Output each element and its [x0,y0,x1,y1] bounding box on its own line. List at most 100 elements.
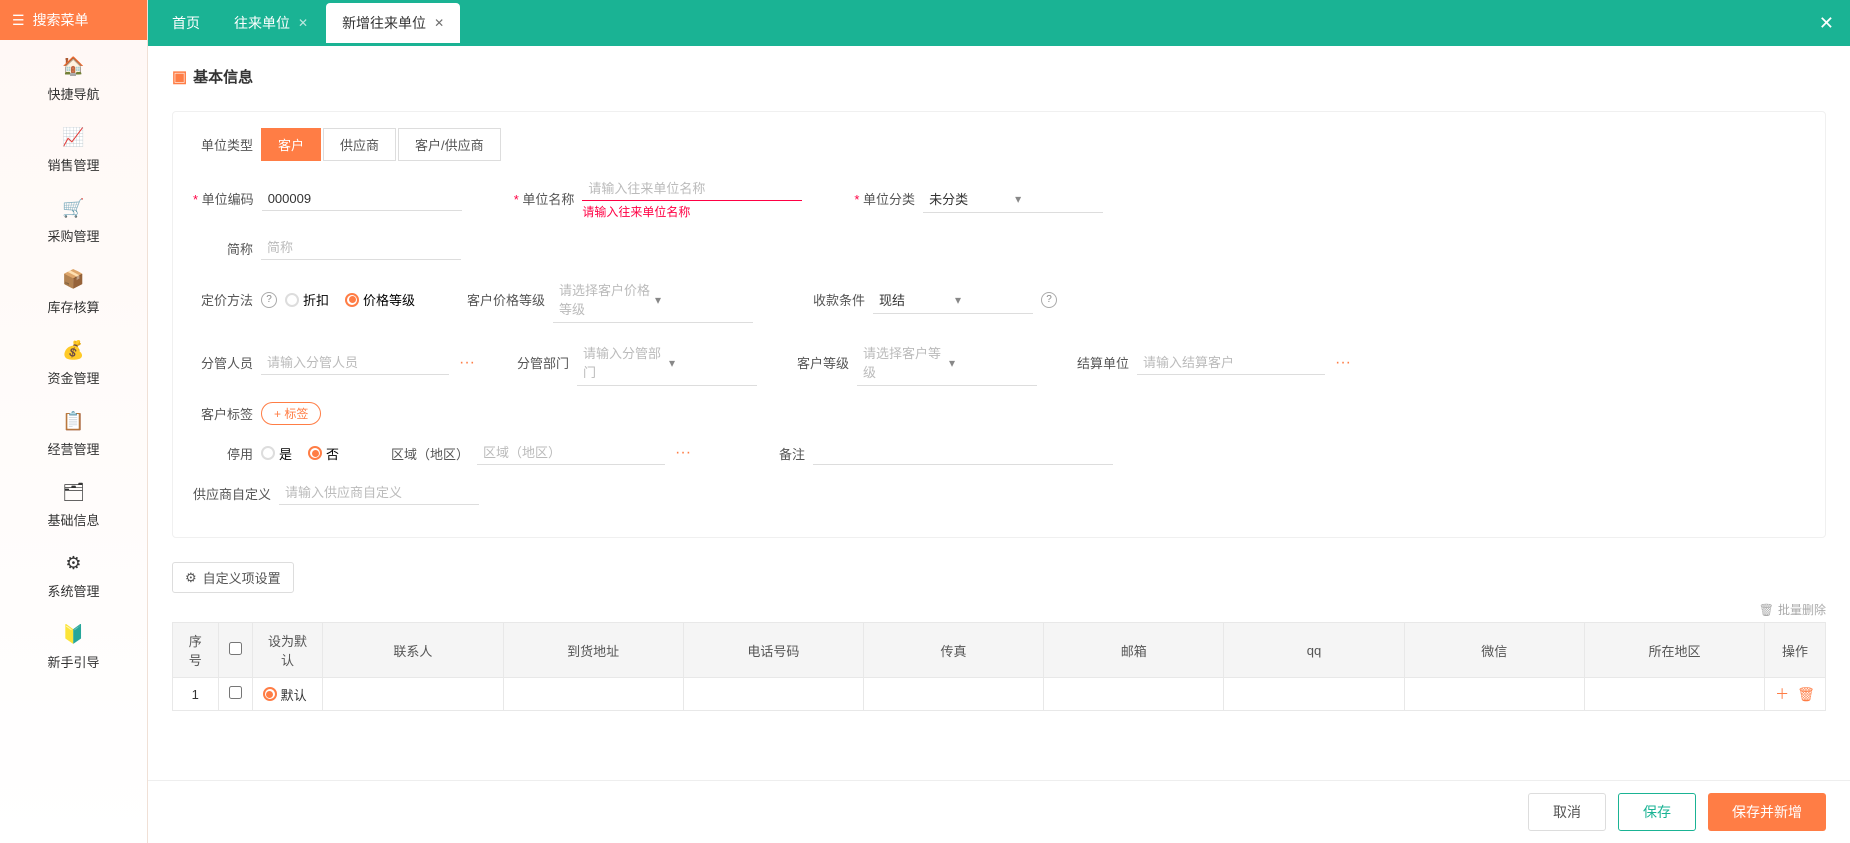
region-input[interactable] [477,441,665,465]
tab-partners-close[interactable]: ✕ [298,16,308,30]
payment-help-icon[interactable]: ? [1041,292,1057,308]
row-checkbox[interactable] [229,686,242,699]
radio-yes[interactable]: 是 [261,444,292,463]
sidebar-item-label: 采购管理 [47,226,99,245]
sidebar-item-inventory[interactable]: 📦 库存核算 [0,253,147,324]
batch-delete-btn[interactable]: 🗑 批量删除 [1759,601,1826,618]
sidebar-item-quick-nav[interactable]: 🏠 快捷导航 [0,40,147,111]
tab-home[interactable]: 首页 [156,3,216,43]
remark-input[interactable] [813,441,1113,465]
abbr-input[interactable] [261,236,461,260]
code-field: 单位编码 [193,187,462,211]
price-level-select[interactable]: 请选择客户价格等级 [553,276,753,323]
sidebar-item-operations[interactable]: 📋 经营管理 [0,395,147,466]
price-level-label: 客户价格等级 [467,290,545,309]
radio-no[interactable]: 否 [308,444,339,463]
save-new-button[interactable]: 保存并新增 [1708,793,1826,831]
remark-field: 备注 [745,441,1113,465]
category-select[interactable]: 未分类 [923,185,1103,213]
supplier-custom-row: 供应商自定义 [193,481,1805,505]
disabled-row: 停用 是 否 区域（地区） ··· [193,441,1805,465]
name-input[interactable] [582,177,802,201]
row-region-input[interactable] [1595,687,1754,702]
category-value: 未分类 [929,189,1011,208]
code-input[interactable] [262,187,462,211]
row-default-radio[interactable]: 默认 [263,685,313,704]
select-all-checkbox[interactable] [229,642,242,655]
btn-customer[interactable]: 客户 [261,128,321,161]
dept-select[interactable]: 请输入分管部门 [577,339,757,386]
sidebar-item-basic-info[interactable]: 🗂 基础信息 [0,466,147,537]
row-qq-input[interactable] [1234,687,1393,702]
batch-delete-label: 批量删除 [1778,601,1826,618]
row-fax[interactable] [863,678,1043,711]
settlement-dots[interactable]: ··· [1333,354,1353,372]
abbr-field: 简称 [193,236,461,260]
custom-settings-label: 自定义项设置 [203,568,281,587]
col-email: 邮箱 [1044,623,1224,678]
unit-type-btn-group: 客户 供应商 客户/供应商 [261,128,501,161]
purchase-icon: 🛒 [60,194,88,222]
section-icon: ▣ [172,67,187,87]
category-chevron [1015,191,1097,206]
btn-supplier[interactable]: 供应商 [323,128,396,161]
row-region[interactable] [1584,678,1764,711]
row-contact[interactable] [323,678,503,711]
unit-type-label: 单位类型 [193,135,253,154]
manager-dots[interactable]: ··· [457,354,477,372]
tab-partners[interactable]: 往来单位 ✕ [218,3,324,43]
radio-price-level[interactable]: 价格等级 [345,290,415,309]
payment-select[interactable]: 现结 [873,286,1033,314]
row-wechat[interactable] [1404,678,1584,711]
abbr-label: 简称 [193,239,253,258]
window-close-btn[interactable]: ✕ [1811,9,1842,38]
sidebar-item-beginner[interactable]: 🔰 新手引导 [0,608,147,679]
beginner-icon: 🔰 [60,620,88,648]
settlement-label: 结算单位 [1069,353,1129,372]
region-dots[interactable]: ··· [673,444,693,462]
row-add-btn[interactable]: ＋ [1775,684,1789,704]
sidebar-item-sales[interactable]: 📈 销售管理 [0,111,147,182]
add-tag-btn[interactable]: + 标签 [261,402,321,425]
row-fax-input[interactable] [874,687,1033,702]
btn-both[interactable]: 客户/供应商 [398,128,501,161]
row-address[interactable] [503,678,683,711]
price-level-placeholder: 请选择客户价格等级 [559,280,651,318]
row-delete-btn[interactable]: 🗑 [1797,686,1815,703]
row-address-input[interactable] [514,687,673,702]
pricing-help-icon[interactable]: ? [261,292,277,308]
row-phone[interactable] [683,678,863,711]
settlement-input[interactable] [1137,351,1325,375]
tab-new-partner-close[interactable]: ✕ [434,16,444,30]
table-toolbar: 🗑 批量删除 [172,601,1826,618]
payment-field: 收款条件 现结 ? [805,286,1057,314]
radio-discount[interactable]: 折扣 [285,290,329,309]
row-email-input[interactable] [1054,687,1213,702]
custom-settings-btn[interactable]: ⚙ 自定义项设置 [172,562,294,593]
manager-field: 分管人员 ··· [193,351,477,375]
basic-info-icon: 🗂 [60,478,88,506]
pricing-radio-group: 折扣 价格等级 [285,290,415,309]
radio-yes-circle [261,446,275,460]
customer-level-select[interactable]: 请选择客户等级 [857,339,1037,386]
tab-new-partner[interactable]: 新增往来单位 ✕ [326,3,460,43]
row-contact-input[interactable] [333,687,492,702]
abbr-row: 简称 [193,236,1805,260]
col-check [218,623,252,678]
sidebar-item-purchase[interactable]: 🛒 采购管理 [0,182,147,253]
row-qq[interactable] [1224,678,1404,711]
sidebar-item-finance[interactable]: 💰 资金管理 [0,324,147,395]
row-check [218,678,252,711]
row-phone-input[interactable] [694,687,853,702]
save-button[interactable]: 保存 [1618,793,1696,831]
tab-new-partner-label: 新增往来单位 [342,13,426,33]
sidebar-search[interactable]: ☰ 搜索菜单 [0,0,147,40]
radio-discount-label: 折扣 [303,290,329,309]
manager-input[interactable] [261,351,449,375]
cancel-button[interactable]: 取消 [1528,793,1606,831]
table-section: ⚙ 自定义项设置 🗑 批量删除 序号 设为默认 联系人 到货地址 [172,562,1826,711]
row-email[interactable] [1044,678,1224,711]
supplier-custom-input[interactable] [279,481,479,505]
row-wechat-input[interactable] [1415,687,1574,702]
sidebar-item-system[interactable]: ⚙ 系统管理 [0,537,147,608]
